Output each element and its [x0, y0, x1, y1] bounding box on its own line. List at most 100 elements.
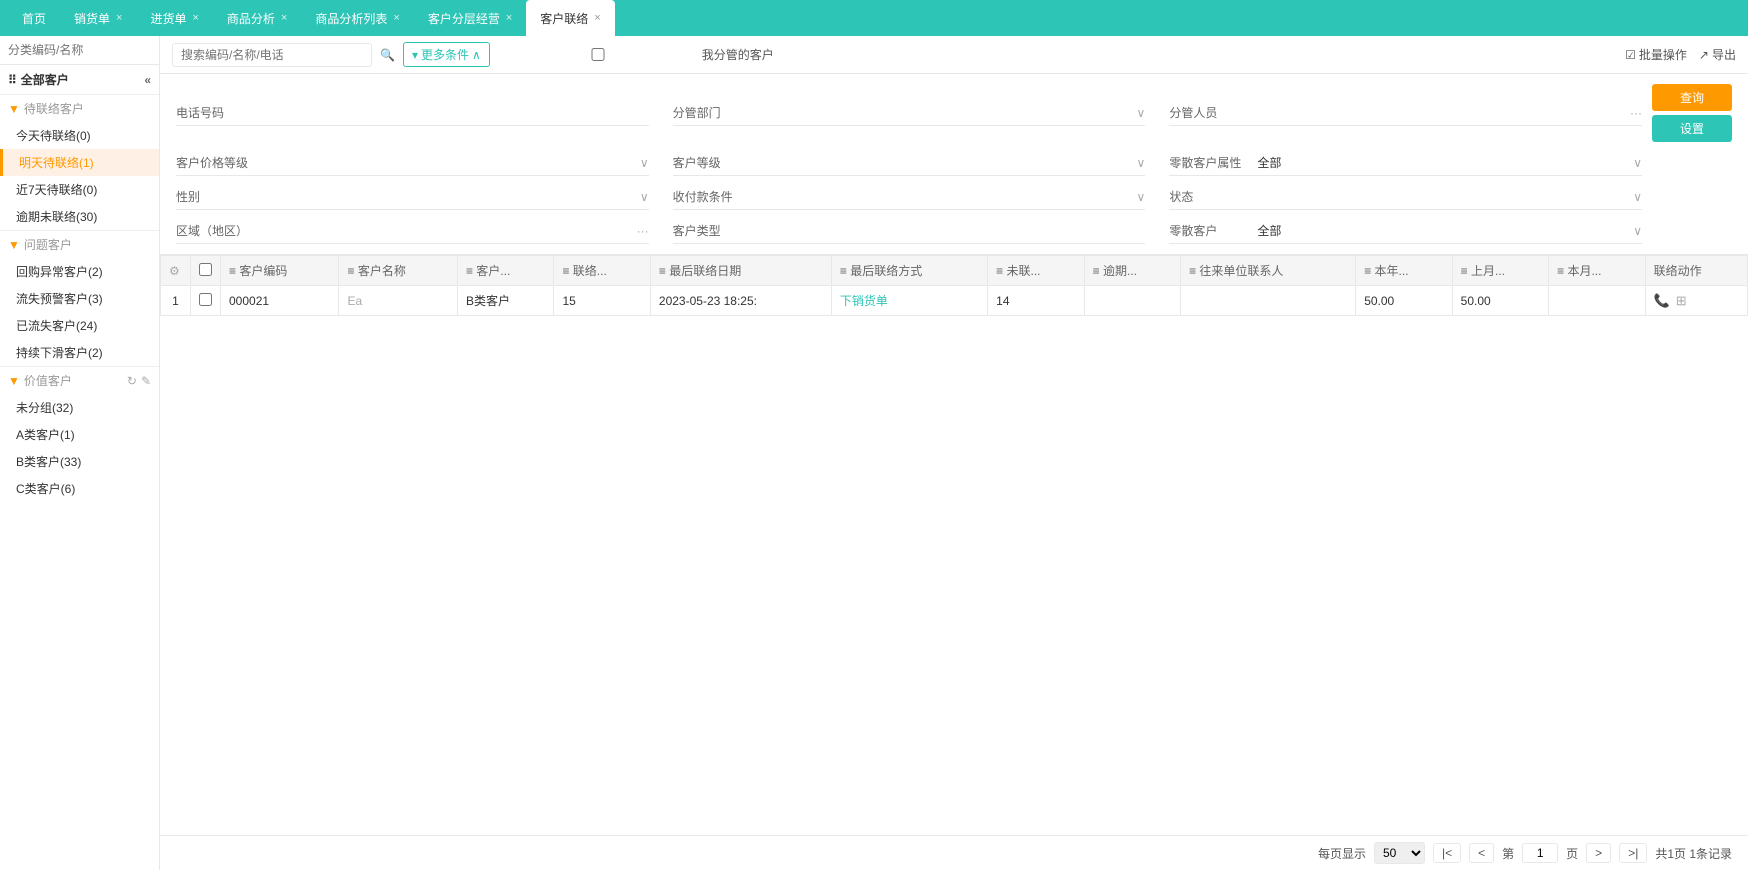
query-button[interactable]: 查询 — [1652, 84, 1732, 111]
customer-type-label: 客户类型 — [673, 222, 753, 239]
nav-customer-segmentation[interactable]: 客户分层经营 × — [414, 0, 526, 36]
sidebar-item-7days-pending[interactable]: 近7天待联络(0) — [0, 176, 159, 203]
row-overdue — [1084, 286, 1180, 316]
refresh-icon[interactable]: ↻ — [127, 374, 137, 388]
filter-payment: 收付款条件 ∨ — [673, 184, 1146, 210]
select-all-checkbox[interactable] — [199, 263, 212, 276]
filter-dept: 分管部门 ∨ — [673, 100, 1146, 126]
more-filter-button[interactable]: ▾ 更多条件 ∧ — [403, 42, 490, 67]
retail-customer-label: 零散客户 — [1169, 222, 1249, 239]
gear-icon[interactable]: ⚙ — [169, 264, 180, 278]
export-button[interactable]: ↗ 导出 — [1699, 46, 1736, 63]
batch-operation-button[interactable]: ☑ 批量操作 — [1625, 46, 1687, 63]
row-last-contact-method[interactable]: 下销货单 — [831, 286, 987, 316]
sidebar-item-churn-warning[interactable]: 流失预警客户(3) — [0, 285, 159, 312]
all-customers-title[interactable]: ⠿ 全部客户 « — [0, 65, 159, 94]
col-last-month[interactable]: ≡ 上月... — [1452, 256, 1548, 286]
my-customers-checkbox-label[interactable]: 我分管的客户 — [498, 46, 774, 63]
chevron-down-icon[interactable]: ∨ — [1633, 156, 1642, 170]
phone-action-icon[interactable]: 📞 — [1654, 293, 1670, 309]
chevron-up-icon: ∧ — [472, 48, 481, 62]
retail-customer-select[interactable]: 全部 — [1257, 222, 1633, 239]
sidebar-item-overdue[interactable]: 逾期未联络(30) — [0, 203, 159, 230]
col-this-month[interactable]: ≡ 本月... — [1549, 256, 1645, 286]
next-page-button[interactable]: > — [1586, 843, 1611, 863]
payment-label: 收付款条件 — [673, 188, 753, 205]
close-icon[interactable]: × — [506, 12, 512, 24]
filter-customer-level: 客户等级 ∨ — [673, 150, 1146, 176]
first-page-button[interactable]: |< — [1433, 843, 1461, 863]
chevron-down-icon[interactable]: ∨ — [640, 190, 649, 204]
col-contact-person[interactable]: ≡ 往来单位联系人 — [1181, 256, 1356, 286]
nav-home[interactable]: 首页 — [8, 0, 60, 36]
filter-gender: 性别 ∨ — [176, 184, 649, 210]
col-overdue[interactable]: ≡ 逾期... — [1084, 256, 1180, 286]
last-contact-link[interactable]: 下销货单 — [840, 294, 888, 308]
row-year-amount: 50.00 — [1356, 286, 1452, 316]
nav-product-analysis[interactable]: 商品分析 × — [213, 0, 301, 36]
filter-phone: 电话号码 — [176, 100, 649, 126]
sidebar-item-today-pending[interactable]: 今天待联络(0) — [0, 122, 159, 149]
sidebar-item-b-customers[interactable]: B类客户(33) — [0, 448, 159, 475]
close-icon[interactable]: × — [116, 12, 122, 24]
row-checkbox-cell[interactable] — [191, 286, 221, 316]
search-input[interactable] — [172, 43, 372, 67]
sidebar-item-churned[interactable]: 已流失客户(24) — [0, 312, 159, 339]
filter-price-level: 客户价格等级 ∨ — [176, 150, 649, 176]
page-number-input[interactable] — [1522, 843, 1558, 863]
sidebar-item-ungrouped[interactable]: 未分组(32) — [0, 394, 159, 421]
nav-product-analysis-list[interactable]: 商品分析列表 × — [301, 0, 413, 36]
row-checkbox[interactable] — [199, 293, 212, 306]
col-year-amount[interactable]: ≡ 本年... — [1356, 256, 1452, 286]
more-icon[interactable]: ··· — [1630, 106, 1642, 120]
sidebar-search-container: 🔍 — [0, 36, 159, 65]
col-name[interactable]: ≡ 客户名称 — [339, 256, 457, 286]
col-contact-count[interactable]: ≡ 联络... — [554, 256, 650, 286]
sidebar-item-repurchase-abnormal[interactable]: 回购异常客户(2) — [0, 258, 159, 285]
row-code: 000021 — [221, 286, 339, 316]
close-icon[interactable]: × — [192, 12, 198, 24]
row-last-contact-date: 2023-05-23 18:25: — [650, 286, 831, 316]
collapse-icon[interactable]: « — [144, 73, 151, 87]
nav-sales-order[interactable]: 销货单 × — [60, 0, 136, 36]
col-customer-type[interactable]: ≡ 客户... — [457, 256, 553, 286]
sidebar-item-a-customers[interactable]: A类客户(1) — [0, 421, 159, 448]
col-code[interactable]: ≡ 客户编码 — [221, 256, 339, 286]
last-page-button[interactable]: >| — [1619, 843, 1647, 863]
filter-person: 分管人员 ··· — [1169, 100, 1642, 126]
page-size-select[interactable]: 50 100 200 — [1374, 842, 1425, 864]
chevron-down-icon[interactable]: ∨ — [1137, 156, 1146, 170]
sidebar-item-c-customers[interactable]: C类客户(6) — [0, 475, 159, 502]
sidebar-item-declining[interactable]: 持续下滑客户(2) — [0, 339, 159, 366]
phone-label: 电话号码 — [176, 104, 256, 121]
col-last-contact-method[interactable]: ≡ 最后联络方式 — [831, 256, 987, 286]
search-button[interactable]: 🔍 — [380, 48, 395, 62]
more-icon[interactable]: ··· — [637, 224, 649, 238]
price-level-label: 客户价格等级 — [176, 154, 256, 171]
row-contact-count: 15 — [554, 286, 650, 316]
chevron-down-icon[interactable]: ∨ — [1137, 106, 1146, 120]
sidebar-search-input[interactable] — [8, 43, 160, 57]
col-last-contact-date[interactable]: ≡ 最后联络日期 — [650, 256, 831, 286]
chevron-down-icon[interactable]: ∨ — [1633, 190, 1642, 204]
close-icon[interactable]: × — [594, 12, 600, 24]
close-icon[interactable]: × — [281, 12, 287, 24]
chevron-down-icon[interactable]: ∨ — [1633, 224, 1642, 238]
retail-attr-select[interactable]: 全部 — [1257, 154, 1633, 171]
sidebar-item-tomorrow-pending[interactable]: 明天待联络(1) — [0, 149, 159, 176]
my-customers-checkbox[interactable] — [498, 48, 698, 61]
edit-icon[interactable]: ✎ — [141, 374, 151, 388]
settings-button[interactable]: 设置 — [1652, 115, 1732, 142]
close-icon[interactable]: × — [393, 12, 399, 24]
pagination: 每页显示 50 100 200 |< < 第 页 > >| 共1页 1条记录 — [160, 835, 1748, 870]
col-unreached[interactable]: ≡ 未联... — [988, 256, 1084, 286]
prev-page-button[interactable]: < — [1469, 843, 1494, 863]
chevron-down-icon[interactable]: ∨ — [1137, 190, 1146, 204]
nav-purchase-order[interactable]: 进货单 × — [136, 0, 212, 36]
grid-action-icon[interactable]: ⊞ — [1676, 293, 1687, 309]
col-gear[interactable]: ⚙ — [161, 256, 191, 286]
col-checkbox[interactable] — [191, 256, 221, 286]
nav-customer-contact[interactable]: 客户联络 × — [526, 0, 614, 36]
filter-area: 区域（地区） ··· — [176, 218, 649, 244]
chevron-down-icon[interactable]: ∨ — [640, 156, 649, 170]
